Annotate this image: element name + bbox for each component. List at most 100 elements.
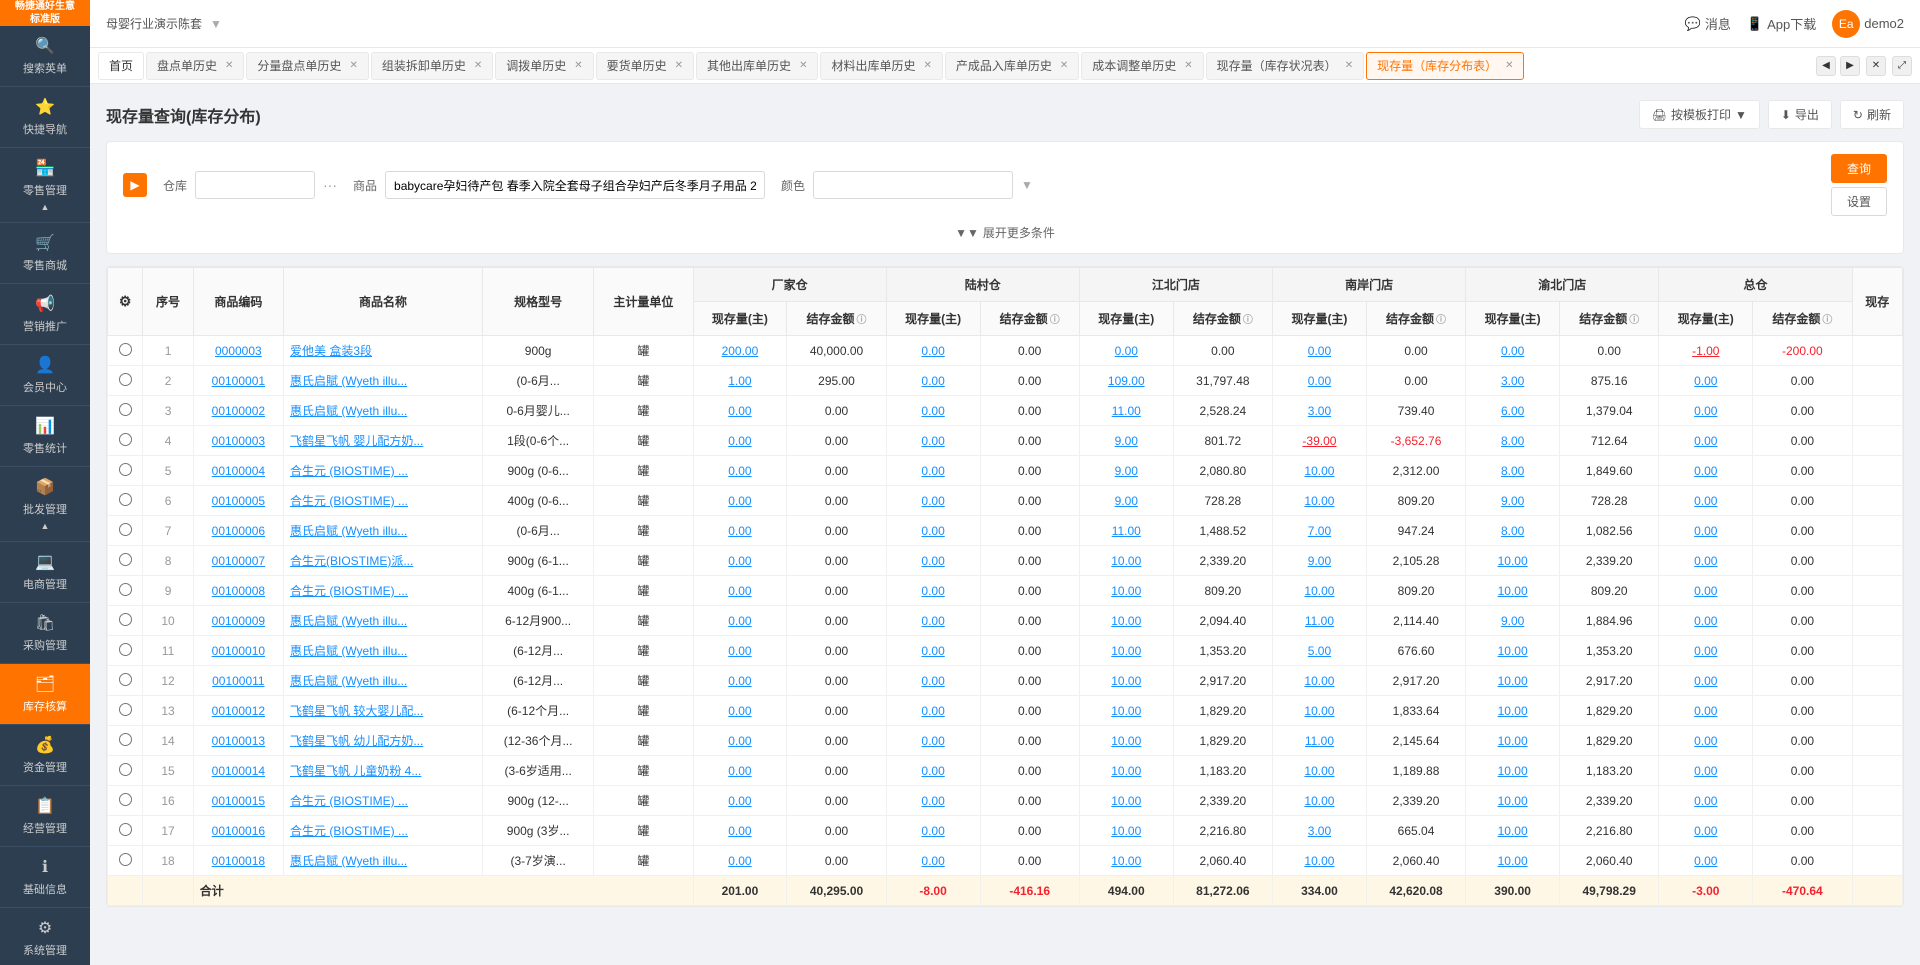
- cell-total-curr[interactable]: 0.00: [1659, 516, 1753, 546]
- cell-code[interactable]: 00100002: [193, 396, 283, 426]
- cell-village-curr[interactable]: 0.00: [886, 726, 980, 756]
- print-btn[interactable]: 🖨 按模板打印 ▼: [1639, 100, 1760, 129]
- nav-tab-3[interactable]: 组装拆卸单历史✕: [371, 52, 493, 80]
- cell-radio[interactable]: [108, 546, 143, 576]
- sidebar-item-2[interactable]: 🏪 零售管理 ▲: [0, 148, 90, 223]
- cell-nanan-curr[interactable]: 9.00: [1273, 546, 1367, 576]
- cell-nanan-curr[interactable]: 10.00: [1273, 756, 1367, 786]
- cell-yubeimen-curr[interactable]: 10.00: [1466, 786, 1560, 816]
- cell-yubeimen-curr[interactable]: 10.00: [1466, 846, 1560, 876]
- cell-yubeimen-curr[interactable]: 3.00: [1466, 366, 1560, 396]
- cell-name[interactable]: 合生元 (BIOSTIME) ...: [284, 816, 483, 846]
- nav-tab-close-8[interactable]: ✕: [1060, 60, 1068, 71]
- cell-village-curr[interactable]: 0.00: [886, 606, 980, 636]
- cell-jiangbei-curr[interactable]: 0.00: [1079, 336, 1173, 366]
- nav-prev-btn[interactable]: ◀: [1816, 56, 1836, 76]
- cell-radio[interactable]: [108, 786, 143, 816]
- cell-name[interactable]: 飞鹤星飞帆 儿童奶粉 4...: [284, 756, 483, 786]
- nav-tab-4[interactable]: 调拨单历史✕: [495, 52, 593, 80]
- nav-tab-close-10[interactable]: ✕: [1345, 60, 1353, 71]
- cell-jiangbei-curr[interactable]: 9.00: [1079, 456, 1173, 486]
- cell-total-curr[interactable]: 0.00: [1659, 576, 1753, 606]
- cell-code[interactable]: 00100004: [193, 456, 283, 486]
- cell-factory-curr[interactable]: 0.00: [693, 636, 787, 666]
- cell-village-curr[interactable]: 0.00: [886, 786, 980, 816]
- cell-code[interactable]: 00100014: [193, 756, 283, 786]
- cell-village-curr[interactable]: 0.00: [886, 456, 980, 486]
- cell-nanan-curr[interactable]: 10.00: [1273, 696, 1367, 726]
- cell-radio[interactable]: [108, 366, 143, 396]
- cell-factory-curr[interactable]: 0.00: [693, 696, 787, 726]
- sidebar-item-7[interactable]: 📦 批发管理 ▲: [0, 467, 90, 542]
- cell-nanan-curr[interactable]: 11.00: [1273, 726, 1367, 756]
- cell-nanan-curr[interactable]: -39.00: [1273, 426, 1367, 456]
- cell-total-curr[interactable]: 0.00: [1659, 846, 1753, 876]
- cell-total-curr[interactable]: -1.00: [1659, 336, 1753, 366]
- color-dropdown-icon[interactable]: ▼: [1021, 178, 1033, 192]
- cell-code[interactable]: 00100005: [193, 486, 283, 516]
- cell-village-curr[interactable]: 0.00: [886, 756, 980, 786]
- nav-tab-close-7[interactable]: ✕: [923, 60, 931, 71]
- sidebar-item-9[interactable]: 🛍 采购管理: [0, 603, 90, 664]
- sidebar-item-13[interactable]: ℹ 基础信息: [0, 847, 90, 908]
- cell-code[interactable]: 0000003: [193, 336, 283, 366]
- cell-village-curr[interactable]: 0.00: [886, 846, 980, 876]
- cell-jiangbei-curr[interactable]: 10.00: [1079, 756, 1173, 786]
- expand-more-btn[interactable]: ▼▼ 展开更多条件: [123, 224, 1887, 241]
- sidebar-item-11[interactable]: 💰 资金管理: [0, 725, 90, 786]
- cell-factory-curr[interactable]: 0.00: [693, 606, 787, 636]
- cell-nanan-curr[interactable]: 10.00: [1273, 456, 1367, 486]
- cell-name[interactable]: 合生元 (BIOSTIME) ...: [284, 786, 483, 816]
- cell-factory-curr[interactable]: 0.00: [693, 846, 787, 876]
- cell-name[interactable]: 合生元 (BIOSTIME) ...: [284, 486, 483, 516]
- cell-radio[interactable]: [108, 696, 143, 726]
- cell-factory-curr[interactable]: 1.00: [693, 366, 787, 396]
- cell-village-curr[interactable]: 0.00: [886, 546, 980, 576]
- nav-tab-8[interactable]: 产成品入库单历史✕: [945, 52, 1079, 80]
- cell-jiangbei-curr[interactable]: 10.00: [1079, 846, 1173, 876]
- cell-yubeimen-curr[interactable]: 10.00: [1466, 696, 1560, 726]
- query-btn[interactable]: 查询: [1831, 154, 1887, 183]
- cell-radio[interactable]: [108, 846, 143, 876]
- cell-total-curr[interactable]: 0.00: [1659, 426, 1753, 456]
- cell-factory-curr[interactable]: 0.00: [693, 516, 787, 546]
- cell-code[interactable]: 00100016: [193, 816, 283, 846]
- cell-nanan-curr[interactable]: 11.00: [1273, 606, 1367, 636]
- cell-yubeimen-curr[interactable]: 10.00: [1466, 576, 1560, 606]
- cell-factory-curr[interactable]: 200.00: [693, 336, 787, 366]
- cell-total-curr[interactable]: 0.00: [1659, 666, 1753, 696]
- nav-tab-11[interactable]: 现存量（库存分布表）✕: [1366, 52, 1524, 80]
- nav-tab-9[interactable]: 成本调整单历史✕: [1081, 52, 1203, 80]
- cell-factory-curr[interactable]: 0.00: [693, 756, 787, 786]
- cell-jiangbei-curr[interactable]: 10.00: [1079, 546, 1173, 576]
- cell-radio[interactable]: [108, 816, 143, 846]
- cell-code[interactable]: 00100018: [193, 846, 283, 876]
- cell-radio[interactable]: [108, 666, 143, 696]
- cell-total-curr[interactable]: 0.00: [1659, 606, 1753, 636]
- cell-jiangbei-curr[interactable]: 10.00: [1079, 816, 1173, 846]
- nav-tab-close-6[interactable]: ✕: [799, 60, 807, 71]
- nav-tab-close-11[interactable]: ✕: [1505, 60, 1513, 71]
- nav-tab-5[interactable]: 要货单历史✕: [596, 52, 694, 80]
- nav-tab-close-9[interactable]: ✕: [1184, 60, 1192, 71]
- cell-yubeimen-curr[interactable]: 10.00: [1466, 816, 1560, 846]
- sidebar-item-10[interactable]: 🗂 库存核算: [0, 664, 90, 725]
- cell-name[interactable]: 飞鹤星飞帆 幼儿配方奶...: [284, 726, 483, 756]
- org-dropdown[interactable]: 母婴行业演示陈套: [106, 15, 202, 32]
- cell-nanan-curr[interactable]: 0.00: [1273, 366, 1367, 396]
- cell-yubeimen-curr[interactable]: 6.00: [1466, 396, 1560, 426]
- nav-tab-close-3[interactable]: ✕: [474, 60, 482, 71]
- cell-nanan-curr[interactable]: 0.00: [1273, 336, 1367, 366]
- cell-nanan-curr[interactable]: 10.00: [1273, 786, 1367, 816]
- cell-jiangbei-curr[interactable]: 11.00: [1079, 516, 1173, 546]
- sidebar-item-8[interactable]: 💻 电商管理: [0, 542, 90, 603]
- cell-total-curr[interactable]: 0.00: [1659, 816, 1753, 846]
- message-btn[interactable]: 💬 消息: [1685, 14, 1731, 33]
- nav-tab-close-4[interactable]: ✕: [574, 60, 582, 71]
- cell-total-curr[interactable]: 0.00: [1659, 786, 1753, 816]
- cell-village-curr[interactable]: 0.00: [886, 636, 980, 666]
- color-input[interactable]: [813, 171, 1013, 199]
- cell-jiangbei-curr[interactable]: 10.00: [1079, 786, 1173, 816]
- nav-tab-10[interactable]: 现存量（库存状况表）✕: [1206, 52, 1364, 80]
- cell-name[interactable]: 合生元(BIOSTIME)派...: [284, 546, 483, 576]
